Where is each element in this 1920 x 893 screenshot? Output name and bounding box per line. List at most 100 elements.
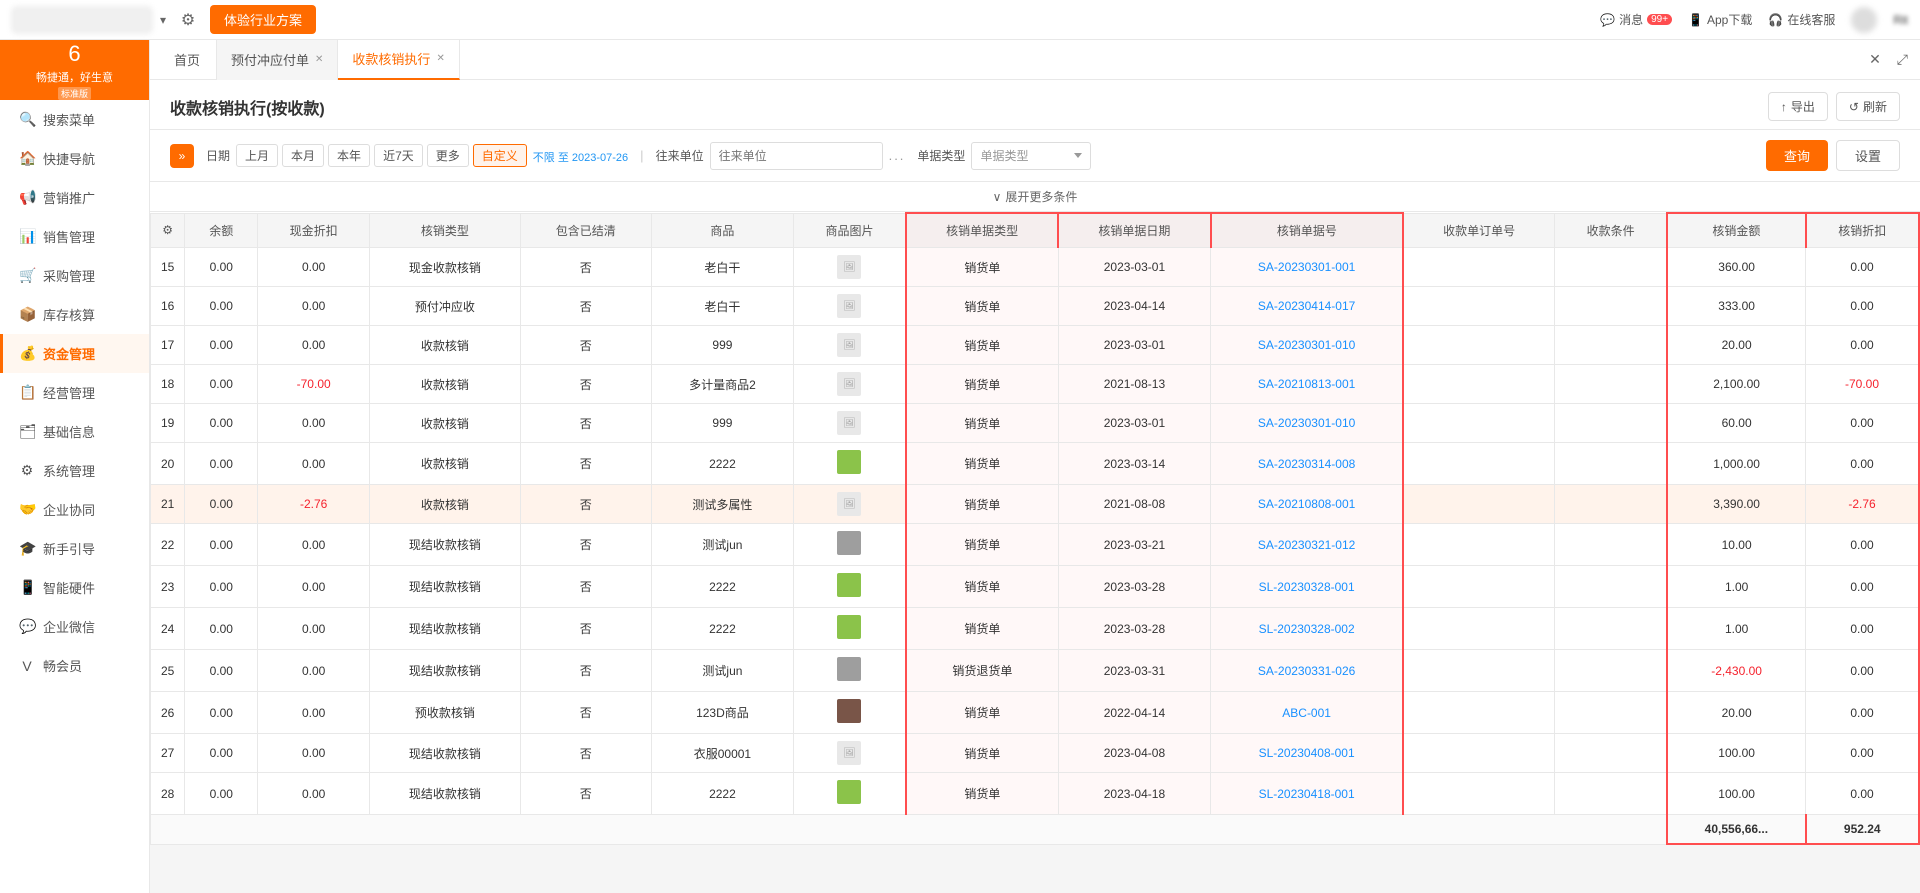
cell-product: 123D商品 — [651, 692, 793, 734]
sidebar-item-label: 快捷导航 — [43, 149, 95, 168]
top-bar-right: 💬 消息 99+ 📱 App下载 🎧 在线客服 Rit — [1600, 7, 1908, 33]
bill-type-filter-group: 单据类型 单据类型 — [917, 142, 1091, 170]
logo-text: 畅捷通，好生意 — [36, 69, 113, 85]
date-btn-last-month[interactable]: 上月 — [236, 144, 278, 167]
cell-cancel-amount: 1.00 — [1667, 566, 1805, 608]
cell-cancel-type: 收款核销 — [370, 404, 521, 443]
sidebar-item-inventory[interactable]: 📦 库存核算 — [0, 295, 149, 334]
query-button[interactable]: 查询 — [1766, 140, 1828, 171]
cell-cancel-bill-type: 销货单 — [906, 773, 1058, 815]
product-thumbnail: 🖼 — [837, 333, 861, 357]
date-btn-custom[interactable]: 自定义 — [473, 144, 527, 167]
table-row: 23 0.00 0.00 现结收款核销 否 2222 销货单 2023-03-2… — [151, 566, 1920, 608]
sidebar-item-search[interactable]: 🔍 搜索菜单 — [0, 100, 149, 139]
page-header: 收款核销执行(按收款) ↑ 导出 ↺ 刷新 — [150, 80, 1920, 130]
th-product-img: 商品图片 — [793, 213, 906, 248]
cell-product-img — [793, 566, 906, 608]
cell-balance: 0.00 — [185, 485, 258, 524]
tab-home[interactable]: 首页 — [158, 40, 217, 80]
trial-industry-button[interactable]: 体验行业方案 — [210, 5, 316, 34]
online-service-button[interactable]: 🎧 在线客服 — [1768, 11, 1835, 28]
cell-balance: 0.00 — [185, 365, 258, 404]
filter-settings-button[interactable]: 设置 — [1836, 140, 1900, 171]
expand-conditions-button[interactable]: ∨ 展开更多条件 — [993, 188, 1078, 205]
filter-expand-button[interactable]: » — [170, 144, 194, 168]
cell-receipt-order-no — [1403, 404, 1554, 443]
tab-close-button[interactable]: ✕ — [1865, 47, 1885, 72]
bill-type-select[interactable]: 单据类型 — [971, 142, 1091, 170]
cell-cancel-discount: 0.00 — [1806, 524, 1919, 566]
cell-no: 16 — [151, 287, 185, 326]
tab-expand-button[interactable]: ⤢ — [1893, 47, 1912, 72]
product-thumbnail: 🖼 — [837, 294, 861, 318]
date-btn-7days[interactable]: 近7天 — [374, 144, 423, 167]
cell-cancel-amount: 100.00 — [1667, 773, 1805, 815]
cell-receipt-order-no — [1403, 287, 1554, 326]
sidebar-item-guide[interactable]: 🎓 新手引导 — [0, 529, 149, 568]
filter-dots: ... — [889, 148, 906, 163]
sidebar-item-system[interactable]: ⚙ 系统管理 — [0, 451, 149, 490]
tab-prepay-close[interactable]: ✕ — [315, 54, 323, 65]
main-table: ⚙ 余额 现金折扣 核销类型 包含已结清 商品 商品图片 核销单据类型 核销单据… — [150, 212, 1920, 845]
tab-receipt-cancel[interactable]: 收款核销执行 ✕ — [338, 40, 459, 80]
cell-no: 15 — [151, 248, 185, 287]
cell-cancel-discount: 0.00 — [1806, 608, 1919, 650]
cell-include-closed: 否 — [520, 608, 651, 650]
sidebar-item-sales[interactable]: 📊 销售管理 — [0, 217, 149, 256]
cell-cancel-type: 现结收款核销 — [370, 650, 521, 692]
sidebar-item-operations[interactable]: 📋 经营管理 — [0, 373, 149, 412]
cell-cancel-bill-no: SA-20230301-001 — [1211, 248, 1404, 287]
cell-cancel-bill-no: SL-20230328-001 — [1211, 566, 1404, 608]
table-row: 26 0.00 0.00 预收款核销 否 123D商品 销货单 2022-04-… — [151, 692, 1920, 734]
sidebar-item-label: 经营管理 — [43, 383, 95, 402]
cell-cancel-type: 预收款核销 — [370, 692, 521, 734]
tab-receipt-cancel-close[interactable]: ✕ — [436, 53, 444, 64]
sidebar-item-collab[interactable]: 🤝 企业协同 — [0, 490, 149, 529]
cell-cancel-bill-date: 2023-03-28 — [1058, 608, 1210, 650]
cell-cancel-bill-type: 销货单 — [906, 404, 1058, 443]
sidebar-item-weixin[interactable]: 💬 企业微信 — [0, 607, 149, 646]
date-btn-more[interactable]: 更多 — [427, 144, 469, 167]
sidebar-item-label: 采购管理 — [43, 266, 95, 285]
sidebar-item-marketing[interactable]: 📢 营销推广 — [0, 178, 149, 217]
th-cancel-bill-no: 核销单据号 — [1211, 213, 1404, 248]
tab-prepay[interactable]: 预付冲应付单 ✕ — [217, 40, 338, 80]
cell-cancel-amount: 360.00 — [1667, 248, 1805, 287]
column-settings-icon[interactable]: ⚙ — [162, 223, 173, 237]
settings-button[interactable]: ⚙ — [174, 6, 202, 34]
cell-include-closed: 否 — [520, 650, 651, 692]
table-footer-row: 40,556,66... 952.24 — [151, 815, 1920, 845]
cell-product-img: 🖼 — [793, 287, 906, 326]
th-settings[interactable]: ⚙ — [151, 213, 185, 248]
cell-cancel-bill-type: 销货单 — [906, 326, 1058, 365]
sidebar-item-member[interactable]: V 畅会员 — [0, 646, 149, 685]
export-button[interactable]: ↑ 导出 — [1768, 92, 1828, 121]
avatar[interactable] — [1851, 7, 1877, 33]
sidebar-item-basic-info[interactable]: 🗂 基础信息 — [0, 412, 149, 451]
cell-cancel-bill-type: 销货单 — [906, 287, 1058, 326]
sidebar-item-finance[interactable]: 💰 资金管理 — [0, 334, 149, 373]
message-button[interactable]: 💬 消息 99+ — [1600, 11, 1672, 28]
top-bar: ▾ ⚙ 体验行业方案 💬 消息 99+ 📱 App下载 🎧 在线客服 Rit — [0, 0, 1920, 40]
th-product: 商品 — [651, 213, 793, 248]
date-btn-this-year[interactable]: 本年 — [328, 144, 370, 167]
cell-product-img — [793, 608, 906, 650]
logo-tag: 标准版 — [58, 87, 91, 100]
refresh-button[interactable]: ↺ 刷新 — [1836, 92, 1900, 121]
cell-balance: 0.00 — [185, 773, 258, 815]
date-btn-this-month[interactable]: 本月 — [282, 144, 324, 167]
product-thumbnail — [837, 531, 861, 555]
cell-receipt-condition — [1555, 566, 1668, 608]
sidebar-item-purchase[interactable]: 🛒 采购管理 — [0, 256, 149, 295]
cell-receipt-condition — [1555, 485, 1668, 524]
cell-cancel-bill-type: 销货退货单 — [906, 650, 1058, 692]
company-selector[interactable] — [12, 7, 152, 33]
cell-product-img — [793, 692, 906, 734]
cell-product-img: 🖼 — [793, 734, 906, 773]
cell-include-closed: 否 — [520, 773, 651, 815]
partner-input[interactable] — [710, 142, 883, 170]
app-download-button[interactable]: 📱 App下载 — [1688, 11, 1752, 28]
cell-cancel-amount: 1.00 — [1667, 608, 1805, 650]
sidebar-item-hardware[interactable]: 📱 智能硬件 — [0, 568, 149, 607]
sidebar-item-quicknav[interactable]: 🏠 快捷导航 — [0, 139, 149, 178]
